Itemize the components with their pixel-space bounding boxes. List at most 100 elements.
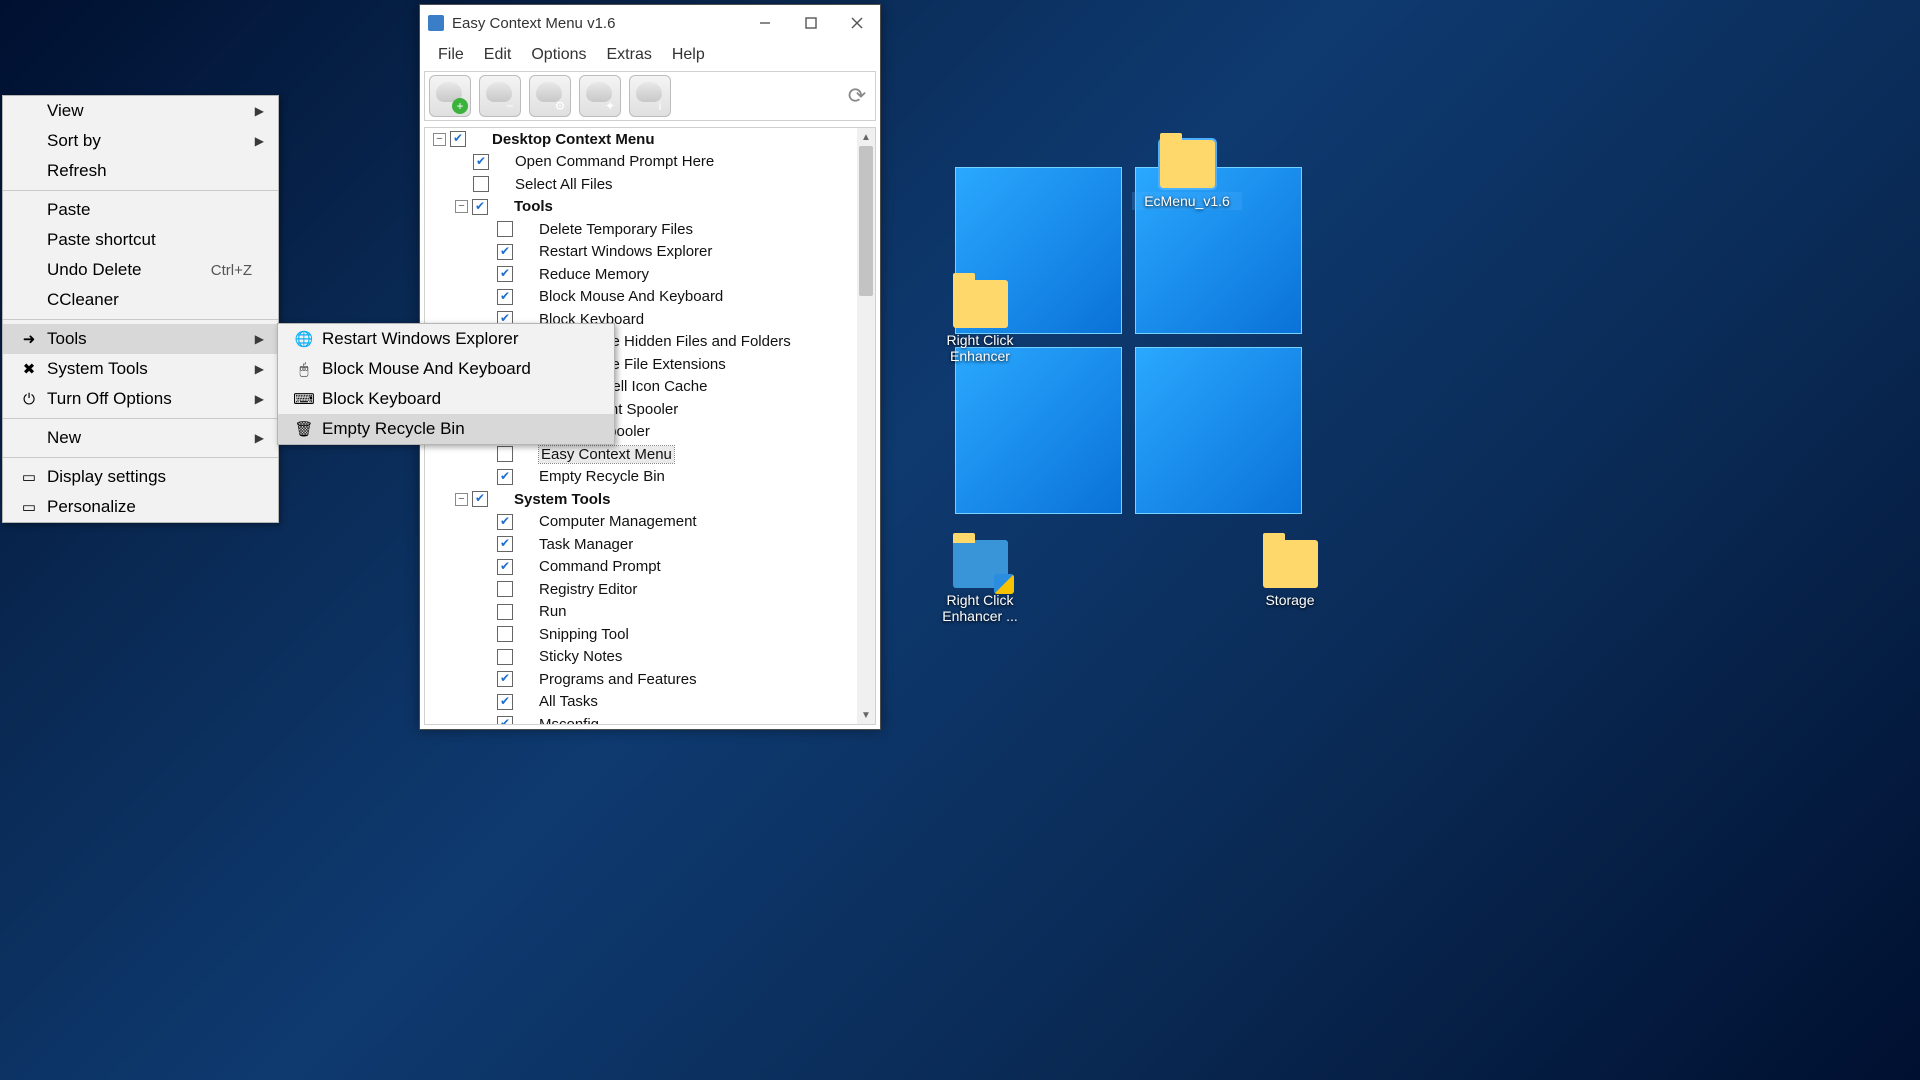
tree-item[interactable]: Reduce Memory	[425, 263, 875, 286]
tree-checkbox[interactable]	[497, 581, 513, 597]
menu-item-empty-recycle-bin[interactable]: 🗑Empty Recycle Bin	[278, 414, 614, 444]
menu-file[interactable]: File	[428, 43, 474, 67]
tree-checkbox[interactable]	[497, 694, 513, 710]
menu-item-label: Paste shortcut	[47, 230, 252, 250]
tree-row-icon	[517, 671, 533, 687]
tree-toggle[interactable]: −	[433, 133, 446, 146]
tree-checkbox[interactable]	[497, 244, 513, 260]
tree-checkbox[interactable]	[497, 536, 513, 552]
toolbar-remove[interactable]: −	[479, 75, 521, 117]
menu-item-system-tools[interactable]: ✖System Tools▶	[3, 354, 278, 384]
maximize-button[interactable]	[788, 5, 834, 41]
tree-checkbox[interactable]	[497, 446, 513, 462]
menu-item-block-keyboard[interactable]: ⌨Block Keyboard	[278, 384, 614, 414]
tree-row-icon	[517, 536, 533, 552]
tree-checkbox[interactable]	[472, 199, 488, 215]
menu-item-new[interactable]: New▶	[3, 423, 278, 453]
menu-item-icon: 🖱	[292, 360, 316, 378]
menu-item-block-mouse-and-keyboard[interactable]: 🖱Block Mouse And Keyboard	[278, 354, 614, 384]
menu-item-display-settings[interactable]: ▭Display settings	[3, 462, 278, 492]
menu-item-paste-shortcut[interactable]: Paste shortcut	[3, 225, 278, 255]
toolbar-settings[interactable]: ⚙	[529, 75, 571, 117]
menu-item-personalize[interactable]: ▭Personalize	[3, 492, 278, 522]
menu-item-ccleaner[interactable]: CCleaner	[3, 285, 278, 315]
minimize-button[interactable]	[742, 5, 788, 41]
desktop-icon-rce2[interactable]: Right Click Enhancer ...	[925, 540, 1035, 624]
tree-item[interactable]: Sticky Notes	[425, 646, 875, 669]
close-button[interactable]	[834, 5, 880, 41]
tree-item[interactable]: Block Mouse And Keyboard	[425, 286, 875, 309]
tree-item[interactable]: Select All Files	[425, 173, 875, 196]
menu-item-view[interactable]: View▶	[3, 96, 278, 126]
scroll-up[interactable]: ▲	[857, 128, 875, 146]
tree-item[interactable]: −Desktop Context Menu	[425, 128, 875, 151]
tree-label: Sticky Notes	[539, 648, 622, 665]
tree-checkbox[interactable]	[497, 649, 513, 665]
scroll-thumb[interactable]	[859, 146, 873, 296]
tree-label: Select All Files	[515, 176, 613, 193]
tree-item[interactable]: Restart Windows Explorer	[425, 241, 875, 264]
tree-item[interactable]: Programs and Features	[425, 668, 875, 691]
tree-checkbox[interactable]	[473, 154, 489, 170]
tree-checkbox[interactable]	[497, 469, 513, 485]
toolbar-about[interactable]: i	[629, 75, 671, 117]
titlebar[interactable]: Easy Context Menu v1.6	[420, 5, 880, 41]
desktop-icon-storage[interactable]: Storage	[1235, 540, 1345, 608]
menubar: FileEditOptionsExtrasHelp	[420, 41, 880, 69]
tree-row-icon	[493, 176, 509, 192]
tree-checkbox[interactable]	[497, 514, 513, 530]
tree-checkbox[interactable]	[473, 176, 489, 192]
menu-help[interactable]: Help	[662, 43, 715, 67]
tree-item[interactable]: Easy Context Menu	[425, 443, 875, 466]
menu-edit[interactable]: Edit	[474, 43, 522, 67]
scrollbar[interactable]: ▲ ▼	[857, 128, 875, 724]
menu-item-turn-off-options[interactable]: ⏻Turn Off Options▶	[3, 384, 278, 414]
tree-item[interactable]: Snipping Tool	[425, 623, 875, 646]
tree-item[interactable]: Registry Editor	[425, 578, 875, 601]
menu-item-sort-by[interactable]: Sort by▶	[3, 126, 278, 156]
tree-checkbox[interactable]	[497, 266, 513, 282]
menu-item-label: System Tools	[47, 359, 252, 379]
tree-checkbox[interactable]	[497, 604, 513, 620]
tree-item[interactable]: All Tasks	[425, 691, 875, 714]
tree-item[interactable]: Open Command Prompt Here	[425, 151, 875, 174]
menu-item-refresh[interactable]: Refresh	[3, 156, 278, 186]
tree-item[interactable]: Delete Temporary Files	[425, 218, 875, 241]
menu-item-restart-windows-explorer[interactable]: 🌐Restart Windows Explorer	[278, 324, 614, 354]
separator	[3, 319, 278, 320]
tree-checkbox[interactable]	[497, 671, 513, 687]
toolbar-clean[interactable]: ✦	[579, 75, 621, 117]
tree-checkbox[interactable]	[450, 131, 466, 147]
tree-item[interactable]: −System Tools	[425, 488, 875, 511]
tree-item[interactable]: Run	[425, 601, 875, 624]
menu-item-paste[interactable]: Paste	[3, 195, 278, 225]
menu-extras[interactable]: Extras	[597, 43, 662, 67]
tree-toggle[interactable]: −	[455, 493, 468, 506]
tree-item[interactable]: Computer Management	[425, 511, 875, 534]
menu-item-label: Turn Off Options	[47, 389, 252, 409]
menu-item-label: Display settings	[47, 467, 252, 487]
desktop-icon-ecmenu[interactable]: EcMenu_v1.6	[1132, 140, 1242, 210]
toolbar-add[interactable]: +	[429, 75, 471, 117]
tree-item[interactable]: −Tools	[425, 196, 875, 219]
scroll-down[interactable]: ▼	[857, 706, 875, 724]
menu-item-undo-delete[interactable]: Undo DeleteCtrl+Z	[3, 255, 278, 285]
menu-options[interactable]: Options	[521, 43, 596, 67]
tree-item[interactable]: Msconfig	[425, 713, 875, 725]
tree-row-icon	[517, 514, 533, 530]
tree-checkbox[interactable]	[497, 626, 513, 642]
desktop-icon-label: Right Click Enhancer ...	[925, 592, 1035, 624]
tree-item[interactable]: Task Manager	[425, 533, 875, 556]
tree-toggle[interactable]: −	[455, 200, 468, 213]
tree-checkbox[interactable]	[497, 221, 513, 237]
tree-checkbox[interactable]	[497, 559, 513, 575]
toolbar-refresh[interactable]: ⟳	[843, 82, 871, 110]
tree-checkbox[interactable]	[497, 289, 513, 305]
tree-checkbox[interactable]	[472, 491, 488, 507]
tree-checkbox[interactable]	[497, 716, 513, 725]
menu-item-label: Empty Recycle Bin	[322, 419, 588, 439]
menu-item-tools[interactable]: ➜Tools▶	[3, 324, 278, 354]
tree-item[interactable]: Empty Recycle Bin	[425, 466, 875, 489]
desktop-icon-rce[interactable]: Right Click Enhancer	[925, 280, 1035, 364]
tree-item[interactable]: Command Prompt	[425, 556, 875, 579]
